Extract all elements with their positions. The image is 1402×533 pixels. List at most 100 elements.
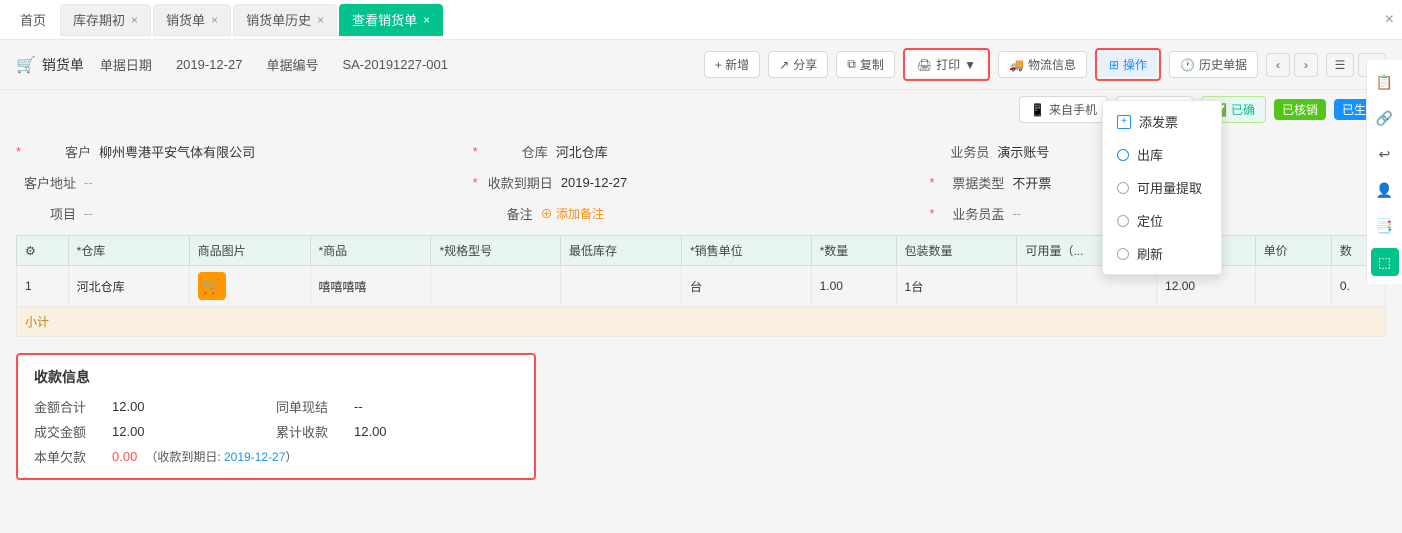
locate-label: 定位	[1137, 211, 1163, 230]
tab-inventory-init[interactable]: 库存期初 ×	[60, 4, 151, 36]
col-spec: *规格型号	[431, 236, 561, 266]
payment-cumulative-label: 累计收款	[276, 422, 346, 441]
prev-button[interactable]: ‹	[1266, 53, 1290, 77]
sidebar-user-icon[interactable]: 👤	[1371, 176, 1399, 204]
payment-deal-row: 成交金额 12.00	[34, 422, 276, 441]
tab-sales-order-close[interactable]: ×	[211, 13, 218, 27]
close-window-button[interactable]: ×	[1385, 11, 1394, 29]
tab-home[interactable]: 首页	[8, 10, 58, 29]
row-pack-qty: 1台	[896, 266, 1017, 307]
outbound-label: 出库	[1137, 145, 1163, 164]
dropdown-item-locate[interactable]: 定位	[1103, 204, 1221, 237]
address-field: 客户地址 --	[16, 173, 473, 192]
tab-sales-history-label: 销货单历史	[246, 10, 311, 29]
row-warehouse: 河北仓库	[68, 266, 189, 307]
payment-deal-label: 成交金额	[34, 422, 104, 441]
locate-icon	[1117, 215, 1129, 227]
outbound-icon	[1117, 149, 1129, 161]
tab-sales-history-close[interactable]: ×	[317, 13, 324, 27]
operate-icon: ⊞	[1109, 58, 1119, 72]
sidebar-file-icon[interactable]: 📑	[1371, 212, 1399, 240]
list-view-button[interactable]: ☰	[1326, 53, 1354, 77]
doc-date-label: 单据日期	[100, 55, 152, 74]
history-button[interactable]: 🕐 历史单据	[1169, 51, 1258, 78]
warehouse-label: 仓库	[488, 142, 548, 161]
tab-sales-order[interactable]: 销货单 ×	[153, 4, 231, 36]
nav-arrows: ‹ ›	[1266, 53, 1318, 77]
from-phone-label: 来自手机	[1049, 101, 1097, 118]
tab-inventory-init-close[interactable]: ×	[131, 13, 138, 27]
payment-title: 收款信息	[34, 367, 518, 387]
from-phone-button[interactable]: 📱 来自手机	[1019, 96, 1108, 123]
logistics-button[interactable]: 🚚 物流信息	[998, 51, 1087, 78]
product-image: 🛒	[198, 272, 226, 300]
dropdown-item-available-qty[interactable]: 可用量提取	[1103, 171, 1221, 204]
history-icon: 🕐	[1180, 58, 1195, 72]
staff-label: 业务员	[929, 142, 989, 161]
confirm-label: 已确	[1231, 101, 1255, 118]
next-button[interactable]: ›	[1294, 53, 1318, 77]
payment-same-order-row: 同单现结 --	[276, 397, 518, 416]
address-label: 客户地址	[16, 173, 76, 192]
history-label: 历史单据	[1199, 56, 1247, 73]
copy-icon: ⧉	[847, 57, 856, 72]
dropdown-item-add-invoice[interactable]: + 添发票	[1103, 105, 1221, 138]
doc-number-label: 单据编号	[266, 55, 318, 74]
right-sidebar: 📋 🔗 ↩ 👤 📑 ⬚	[1366, 60, 1402, 284]
col-unit: *销售单位	[681, 236, 811, 266]
warehouse-value: 河北仓库	[556, 142, 608, 161]
sidebar-undo-icon[interactable]: ↩	[1371, 140, 1399, 168]
add-note-button[interactable]: ⊕ 添加备注	[541, 205, 604, 222]
payment-info: 收款信息 金额合计 12.00 同单现结 -- 成交金额 12.00 累计收款 …	[16, 353, 536, 480]
col-min-stock: 最低库存	[561, 236, 682, 266]
tab-inventory-init-label: 库存期初	[73, 10, 125, 29]
sidebar-link-icon[interactable]: 🔗	[1371, 104, 1399, 132]
row-min-stock	[561, 266, 682, 307]
print-dropdown-icon: ▼	[964, 58, 976, 72]
doc-number-value: SA-20191227-001	[342, 57, 448, 72]
payment-cumulative-row: 累计收款 12.00	[276, 422, 518, 441]
tab-sales-history[interactable]: 销货单历史 ×	[233, 4, 337, 36]
dropdown-item-refresh[interactable]: 刷新	[1103, 237, 1221, 270]
payment-balance-label: 本单欠款	[34, 447, 104, 466]
project-value: --	[84, 206, 93, 221]
doc-meta: 单据日期 2019-12-27 单据编号 SA-20191227-001	[100, 55, 448, 74]
logistics-icon: 🚚	[1009, 58, 1024, 72]
dropdown-item-outbound[interactable]: 出库	[1103, 138, 1221, 171]
available-qty-icon	[1117, 182, 1129, 194]
add-note-label: 添加备注	[556, 207, 604, 221]
sidebar-expand-icon[interactable]: ⬚	[1371, 248, 1399, 276]
copy-button[interactable]: ⧉ 复制	[836, 51, 895, 78]
customer-label: 客户	[31, 142, 91, 161]
payment-due-date: 2019-12-27	[224, 450, 285, 464]
due-date-field: * 收款到期日 2019-12-27	[473, 173, 930, 192]
row-unit: 台	[681, 266, 811, 307]
payment-same-order-label: 同单现结	[276, 397, 346, 416]
operate-button[interactable]: ⊞ 操作	[1099, 52, 1157, 77]
col-warehouse: *仓库	[68, 236, 189, 266]
row-price	[1255, 266, 1331, 307]
subtotal-row: 小计	[17, 307, 1386, 337]
tab-view-sales[interactable]: 查看销货单 ×	[339, 4, 443, 36]
product-image-icon: 🛒	[203, 278, 220, 295]
print-button[interactable]: 🖨 打印 ▼	[907, 52, 986, 77]
ticket-required-marker: *	[929, 175, 934, 190]
tab-view-sales-close[interactable]: ×	[423, 13, 430, 27]
phone-icon: 📱	[1030, 103, 1045, 117]
payment-balance-value: 0.00	[112, 449, 137, 464]
col-product: *商品	[310, 236, 431, 266]
new-button[interactable]: + 新增	[704, 51, 760, 78]
payment-total-label: 金额合计	[34, 397, 104, 416]
customer-required-marker: *	[16, 144, 21, 159]
refresh-label: 刷新	[1137, 244, 1163, 263]
tab-view-sales-label: 查看销货单	[352, 10, 417, 29]
payment-same-order-value: --	[354, 399, 363, 414]
col-qty: *数量	[811, 236, 896, 266]
tab-sales-order-label: 销货单	[166, 10, 205, 29]
payment-grid: 金额合计 12.00 同单现结 -- 成交金额 12.00 累计收款 12.00…	[34, 397, 518, 466]
sold-status-badge: 已核销	[1274, 99, 1326, 120]
staff-value: 演示账号	[997, 142, 1049, 161]
sidebar-doc-icon[interactable]: 📋	[1371, 68, 1399, 96]
share-button[interactable]: ↗ 分享	[768, 51, 828, 78]
add-icon: ⊕	[541, 207, 553, 221]
